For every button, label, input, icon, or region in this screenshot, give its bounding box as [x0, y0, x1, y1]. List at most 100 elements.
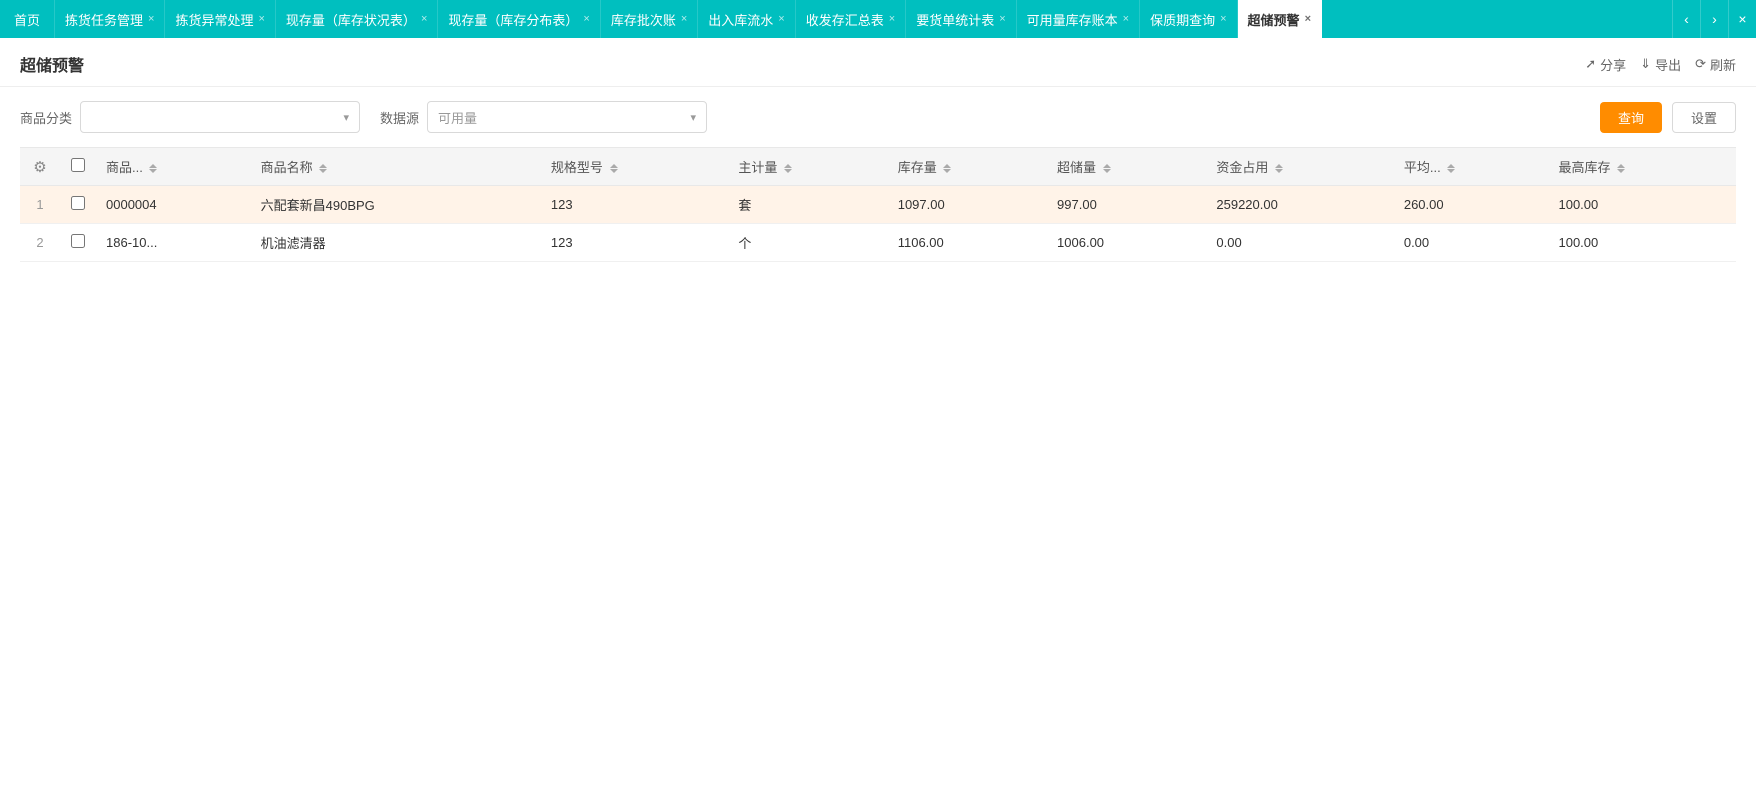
- cell-max-stock: 100.00: [1548, 186, 1736, 224]
- row-checkbox[interactable]: [71, 196, 85, 210]
- nav-tab-jianhuo-renwu[interactable]: 拣货任务管理 ×: [55, 0, 165, 38]
- header-actions: ➚ 分享 ⇓ 导出 ⟳ 刷新: [1585, 55, 1736, 74]
- sort-icon-unit[interactable]: [784, 164, 792, 173]
- row-checkbox[interactable]: [71, 234, 85, 248]
- cell-avg: 0.00: [1394, 224, 1549, 262]
- close-tab-3[interactable]: ×: [583, 13, 589, 25]
- category-select[interactable]: ▾: [80, 101, 360, 133]
- sort-icon-max[interactable]: [1617, 164, 1625, 173]
- row-num: 2: [20, 224, 60, 262]
- sort-icon-capital[interactable]: [1275, 164, 1283, 173]
- nav-tab-chaochuyujing[interactable]: 超储预警 ×: [1238, 0, 1322, 38]
- nav-tab-churu-liushui[interactable]: 出入库流水 ×: [698, 0, 795, 38]
- select-all-checkbox[interactable]: [71, 158, 85, 172]
- nav-tab-keyongliang[interactable]: 可用量库存账本 ×: [1017, 0, 1140, 38]
- table-row: 1 0000004 六配套新昌490BPG 123 套 1097.00 997.…: [20, 186, 1736, 224]
- close-tab-7[interactable]: ×: [999, 13, 1005, 25]
- nav-arrow-group: ‹ › ×: [1672, 0, 1756, 38]
- th-avg[interactable]: 平均...: [1394, 148, 1549, 186]
- cell-overstock: 1006.00: [1047, 224, 1206, 262]
- datasource-select[interactable]: 可用量 ▾: [427, 101, 707, 133]
- th-capital[interactable]: 资金占用: [1206, 148, 1393, 186]
- close-tab-1[interactable]: ×: [258, 13, 264, 25]
- sort-icon-overstock[interactable]: [1103, 164, 1111, 173]
- row-checkbox-cell: [60, 224, 96, 262]
- export-icon: ⇓: [1640, 56, 1651, 72]
- close-tab-8[interactable]: ×: [1123, 13, 1129, 25]
- query-button[interactable]: 查询: [1600, 102, 1662, 133]
- cell-avg: 260.00: [1394, 186, 1549, 224]
- th-checkbox: [60, 148, 96, 186]
- export-button[interactable]: ⇓ 导出: [1640, 55, 1681, 74]
- cell-max-stock: 100.00: [1548, 224, 1736, 262]
- cell-overstock: 997.00: [1047, 186, 1206, 224]
- category-label: 商品分类: [20, 108, 72, 127]
- sort-icon-code[interactable]: [149, 164, 157, 173]
- cell-unit: 个: [728, 224, 887, 262]
- datasource-label: 数据源: [380, 108, 419, 127]
- nav-tab-shoufacun[interactable]: 收发存汇总表 ×: [796, 0, 906, 38]
- close-tab-10[interactable]: ×: [1305, 13, 1311, 25]
- refresh-icon: ⟳: [1695, 56, 1706, 72]
- datasource-select-value: 可用量: [438, 108, 477, 127]
- nav-tab-yaohuo[interactable]: 要货单统计表 ×: [906, 0, 1016, 38]
- sort-icon-spec[interactable]: [610, 164, 618, 173]
- close-tab-4[interactable]: ×: [681, 13, 687, 25]
- close-tab-9[interactable]: ×: [1220, 13, 1226, 25]
- th-overstock[interactable]: 超储量: [1047, 148, 1206, 186]
- cell-spec: 123: [541, 224, 728, 262]
- share-icon: ➚: [1585, 56, 1596, 72]
- data-table: ⚙ 商品... 商品名称 规格型号: [20, 147, 1736, 262]
- close-tab-2[interactable]: ×: [421, 13, 427, 25]
- filter-actions: 查询 设置: [1600, 102, 1736, 133]
- filter-area: 商品分类 ▾ 数据源 可用量 ▾ 查询 设置: [0, 87, 1756, 147]
- share-button[interactable]: ➚ 分享: [1585, 55, 1626, 74]
- cell-spec: 123: [541, 186, 728, 224]
- nav-home[interactable]: 首页: [0, 0, 55, 38]
- th-unit[interactable]: 主计量: [728, 148, 887, 186]
- nav-tab-kucun-pici[interactable]: 库存批次账 ×: [601, 0, 698, 38]
- page-header: 超储预警 ➚ 分享 ⇓ 导出 ⟳ 刷新: [0, 38, 1756, 87]
- cell-capital: 0.00: [1206, 224, 1393, 262]
- table-header-row: ⚙ 商品... 商品名称 规格型号: [20, 148, 1736, 186]
- th-max-stock[interactable]: 最高库存: [1548, 148, 1736, 186]
- chevron-down-icon: ▾: [343, 111, 349, 124]
- cell-product-code: 0000004: [96, 186, 251, 224]
- th-gear[interactable]: ⚙: [20, 148, 60, 186]
- page-container: 超储预警 ➚ 分享 ⇓ 导出 ⟳ 刷新 商品分类 ▾ 数据源: [0, 38, 1756, 800]
- sort-icon-avg[interactable]: [1447, 164, 1455, 173]
- th-product-code[interactable]: 商品...: [96, 148, 251, 186]
- gear-icon[interactable]: ⚙: [33, 159, 46, 176]
- datasource-filter-group: 数据源 可用量 ▾: [380, 101, 707, 133]
- nav-tab-xiancunliang-fen[interactable]: 现存量（库存分布表） ×: [438, 0, 600, 38]
- close-tab-5[interactable]: ×: [778, 13, 784, 25]
- cell-product-name: 机油滤清器: [251, 224, 541, 262]
- refresh-button[interactable]: ⟳ 刷新: [1695, 55, 1736, 74]
- cell-product-code: 186-10...: [96, 224, 251, 262]
- page-title: 超储预警: [20, 52, 84, 76]
- cell-capital: 259220.00: [1206, 186, 1393, 224]
- table-container: ⚙ 商品... 商品名称 规格型号: [0, 147, 1756, 262]
- th-product-name[interactable]: 商品名称: [251, 148, 541, 186]
- cell-product-name: 六配套新昌490BPG: [251, 186, 541, 224]
- settings-button[interactable]: 设置: [1672, 102, 1736, 133]
- sort-icon-name[interactable]: [319, 164, 327, 173]
- close-tab-0[interactable]: ×: [148, 13, 154, 25]
- sort-icon-stock[interactable]: [943, 164, 951, 173]
- top-navigation: 首页 拣货任务管理 × 拣货异常处理 × 现存量（库存状况表） × 现存量（库存…: [0, 0, 1756, 38]
- cell-stock: 1106.00: [888, 224, 1047, 262]
- nav-tab-jianhuo-yichang[interactable]: 拣货异常处理 ×: [165, 0, 275, 38]
- th-stock[interactable]: 库存量: [888, 148, 1047, 186]
- th-spec[interactable]: 规格型号: [541, 148, 728, 186]
- row-checkbox-cell: [60, 186, 96, 224]
- nav-close-arrow[interactable]: ×: [1728, 0, 1756, 38]
- nav-tab-xiancunliang-kuang[interactable]: 现存量（库存状况表） ×: [276, 0, 438, 38]
- nav-prev-arrow[interactable]: ‹: [1672, 0, 1700, 38]
- cell-unit: 套: [728, 186, 887, 224]
- close-tab-6[interactable]: ×: [889, 13, 895, 25]
- cell-stock: 1097.00: [888, 186, 1047, 224]
- chevron-down-icon-2: ▾: [691, 111, 697, 124]
- category-filter-group: 商品分类 ▾: [20, 101, 360, 133]
- nav-next-arrow[interactable]: ›: [1700, 0, 1728, 38]
- nav-tab-baozhi[interactable]: 保质期查询 ×: [1140, 0, 1237, 38]
